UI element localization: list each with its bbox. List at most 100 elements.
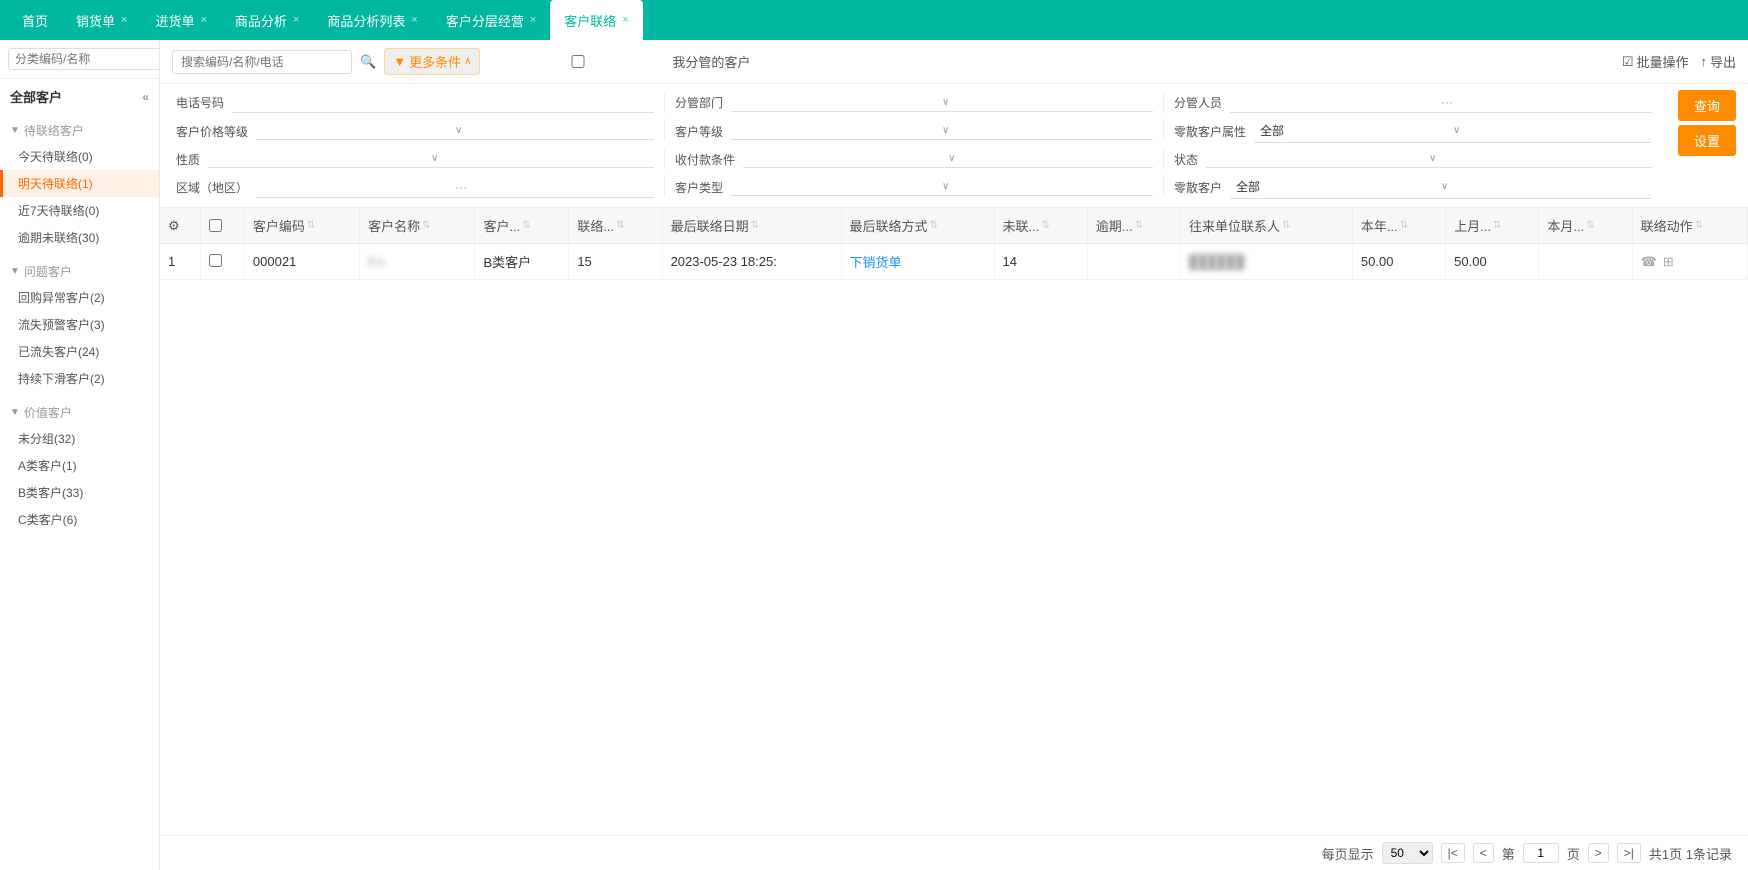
page-input[interactable] [1523, 843, 1559, 863]
sidebar-item[interactable]: 回购异常客户(2) [0, 284, 159, 311]
filter-label: 客户等级 [675, 123, 723, 140]
settings-icon[interactable]: ⚙ [168, 218, 180, 234]
row-checkbox[interactable] [201, 244, 245, 280]
nav-close-icon[interactable]: × [411, 14, 417, 26]
select-arrow-icon: ∨ [431, 153, 648, 164]
sort-icon: ⇅ [1135, 220, 1143, 231]
sidebar-item[interactable]: 已流失客户(24) [0, 338, 159, 365]
search-input[interactable] [172, 50, 352, 74]
sidebar-item[interactable]: 今天待联络(0) [0, 143, 159, 170]
filter-cell: 零散客户属性全部∨ [1174, 119, 1652, 143]
row-last-contact-date: 2023-05-23 18:25: [662, 244, 841, 280]
sidebar-item[interactable]: 未分组(32) [0, 425, 159, 452]
filter-select[interactable]: 全部∨ [1254, 119, 1652, 143]
filter-divider [664, 149, 665, 169]
last-page-button[interactable]: >| [1617, 843, 1641, 863]
sidebar-item[interactable]: A类客户(1) [0, 452, 159, 479]
my-customers-filter[interactable]: 我分管的客户 [488, 52, 750, 71]
filter-select[interactable]: ∨ [731, 122, 1153, 140]
nav-close-icon[interactable]: × [530, 14, 536, 26]
nav-item-销货单[interactable]: 销货单× [62, 0, 141, 40]
table-col-header[interactable]: 往来单位联系人⇅ [1181, 208, 1353, 244]
nav-close-icon[interactable]: × [121, 14, 127, 26]
my-customers-checkbox[interactable] [488, 55, 668, 68]
nav-item-商品分析列表[interactable]: 商品分析列表× [313, 0, 431, 40]
column-label: 上月... [1454, 216, 1491, 235]
sort-icon: ⇅ [930, 220, 938, 231]
row-this-year: 50.00 [1352, 244, 1445, 280]
action-icon-1[interactable]: ☎ [1641, 254, 1657, 269]
filter-select[interactable]: ∨ [731, 178, 1153, 196]
table-col-header[interactable]: 客户编码⇅ [244, 208, 359, 244]
row-no-contact-days: 14 [994, 244, 1087, 280]
table-col-header[interactable]: 未联...⇅ [994, 208, 1087, 244]
nav-item-客户联络[interactable]: 客户联络× [550, 0, 642, 40]
sidebar-all-customers[interactable]: 全部客户 « [0, 79, 159, 114]
filter-select[interactable]: 全部∨ [1230, 175, 1652, 199]
table-col-header[interactable]: 最后联络日期⇅ [662, 208, 841, 244]
sort-icon: ⇅ [307, 220, 315, 231]
filter-select[interactable]: ··· [256, 177, 654, 198]
table-col-header[interactable]: 最后联络方式⇅ [841, 208, 994, 244]
sidebar-item[interactable]: 持续下滑客户(2) [0, 365, 159, 392]
sort-icon: ⇅ [616, 220, 624, 231]
table-col-header[interactable]: 本月...⇅ [1539, 208, 1632, 244]
nav-item-商品分析[interactable]: 商品分析× [221, 0, 313, 40]
search-icon[interactable]: 🔍 [360, 54, 376, 70]
sidebar-search-input[interactable] [8, 48, 160, 70]
table-col-header[interactable]: 客户...⇅ [475, 208, 569, 244]
setting-button[interactable]: 设置 [1678, 125, 1736, 156]
first-page-button[interactable]: |< [1441, 843, 1465, 863]
nav-close-icon[interactable]: × [200, 14, 206, 26]
filter-select[interactable]: ∨ [743, 150, 1153, 168]
nav-close-icon[interactable]: × [622, 14, 628, 26]
nav-item-客户分层经营[interactable]: 客户分层经营× [432, 0, 550, 40]
row-this-month [1539, 244, 1632, 280]
table-col-header[interactable]: 本年...⇅ [1352, 208, 1445, 244]
select-arrow-icon: ∨ [455, 125, 648, 136]
per-page-label: 每页显示 [1322, 844, 1374, 863]
row-last-contact-method[interactable]: 下销货单 [841, 244, 994, 280]
filter-select[interactable]: ··· [1230, 92, 1652, 113]
table-col-header[interactable]: 联络动作⇅ [1632, 208, 1747, 244]
last-contact-method-link[interactable]: 下销货单 [850, 255, 902, 270]
sidebar-item[interactable]: 明天待联络(1) [0, 170, 159, 197]
filter-input[interactable] [232, 92, 654, 113]
filter-divider [1163, 93, 1164, 113]
select-all-checkbox[interactable] [209, 219, 222, 232]
table-col-header[interactable]: 逾期...⇅ [1087, 208, 1180, 244]
next-page-button[interactable]: > [1588, 843, 1609, 863]
filter-select[interactable]: ∨ [731, 94, 1153, 112]
nav-item-首页[interactable]: 首页 [8, 0, 62, 40]
filter-divider [1163, 121, 1164, 141]
table-col-header[interactable]: 上月...⇅ [1446, 208, 1539, 244]
prev-page-button[interactable]: < [1473, 843, 1494, 863]
filter-select[interactable]: ∨ [1206, 150, 1652, 168]
per-page-select[interactable]: 50 100 [1382, 842, 1433, 864]
nav-close-icon[interactable]: × [293, 14, 299, 26]
row-actions[interactable]: ☎⊞ [1632, 244, 1747, 280]
filter-select[interactable]: ∨ [256, 122, 654, 140]
batch-op-button[interactable]: ☑ 批量操作 [1622, 52, 1689, 71]
filter-button[interactable]: ▼ 更多条件 ∧ [384, 48, 480, 75]
sidebar-item[interactable]: 近7天待联络(0) [0, 197, 159, 224]
action-icon-2[interactable]: ⊞ [1663, 254, 1674, 269]
sidebar-item[interactable]: 逾期未联络(30) [0, 224, 159, 251]
filter-select[interactable]: ∨ [208, 150, 654, 168]
sidebar-item[interactable]: C类客户(6) [0, 506, 159, 533]
nav-item-进货单[interactable]: 进货单× [141, 0, 220, 40]
filter-row: 区域（地区）···客户类型∨零散客户全部∨ [176, 175, 1732, 199]
row-name-blurred: Ea [368, 254, 384, 269]
table-col-header[interactable]: 联络...⇅ [569, 208, 662, 244]
table-col-header[interactable]: 客户名称⇅ [360, 208, 475, 244]
export-button[interactable]: ↑ 导出 [1700, 52, 1736, 71]
filter-area: 电话号码分管部门∨分管人员···客户价格等级∨客户等级∨零散客户属性全部∨性质∨… [160, 84, 1748, 208]
sidebar-item[interactable]: 流失预警客户(3) [0, 311, 159, 338]
filter-action-buttons: 查询 设置 [1678, 90, 1736, 156]
filter-arrow-icon: ∧ [464, 56, 471, 67]
query-button[interactable]: 查询 [1678, 90, 1736, 121]
filter-divider [664, 177, 665, 197]
row-checkbox-input[interactable] [209, 254, 222, 267]
sidebar-item[interactable]: B类客户(33) [0, 479, 159, 506]
column-label: 客户... [483, 216, 520, 235]
